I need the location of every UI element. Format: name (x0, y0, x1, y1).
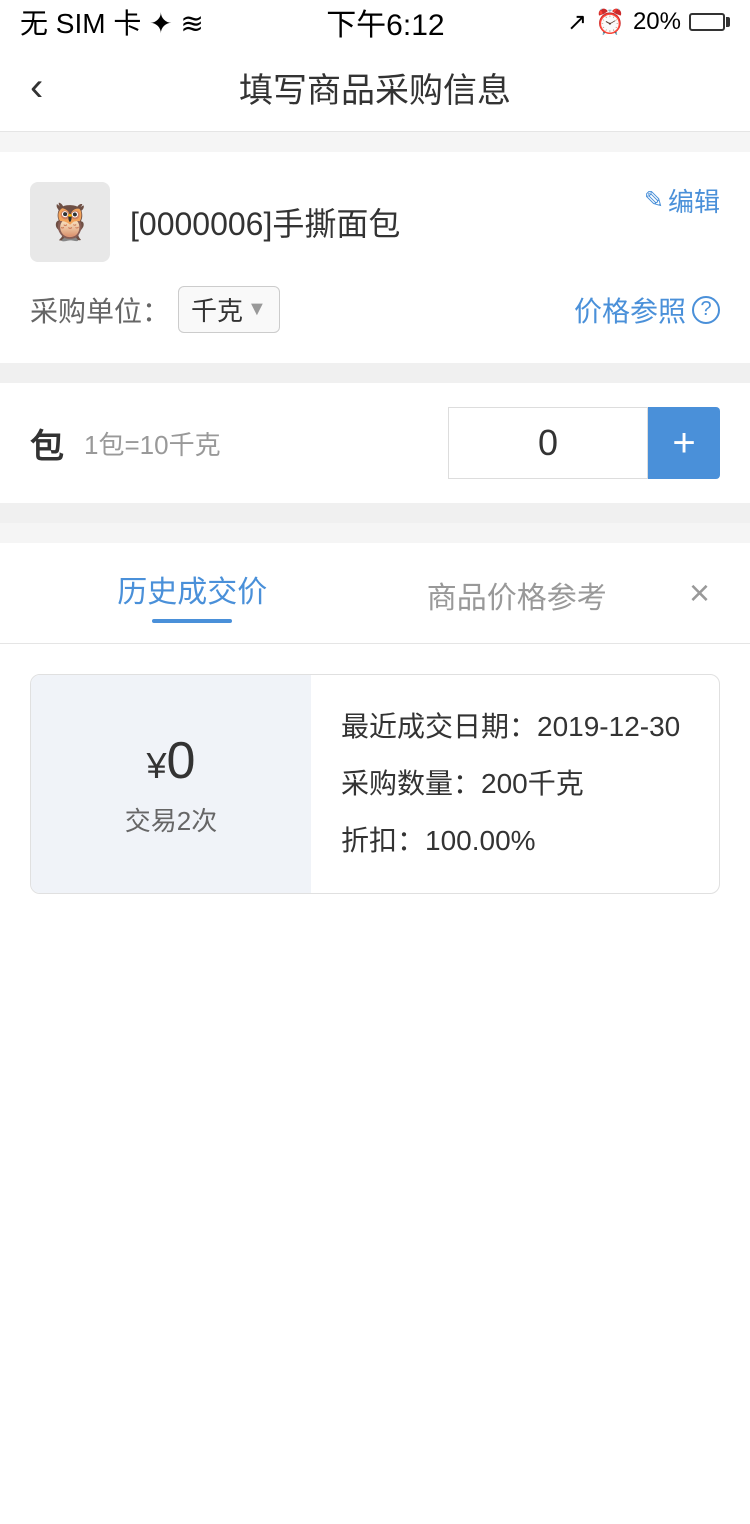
quantity-plus-button[interactable]: + (648, 407, 720, 479)
detail-qty-value: 200千克 (481, 768, 584, 799)
empty-content-area (0, 924, 750, 1524)
transaction-count: 交易2次 (125, 801, 217, 838)
product-unit-row: 采购单位： 千克 ▼ 价格参照 ? (30, 286, 720, 333)
status-bar: 无 SIM 卡 ✦ ≋ 下午6:12 ↗ ⏰ 20% (0, 0, 750, 44)
product-header: 🦉 [0000006]手撕面包 ✎ 编辑 (30, 182, 720, 262)
product-owl-icon: 🦉 (48, 201, 93, 243)
price-value: 0 (167, 732, 196, 790)
history-price: ¥0 (147, 731, 196, 791)
nav-bar: ‹ 填写商品采购信息 (0, 44, 750, 132)
status-time: 下午6:12 (326, 0, 444, 44)
edit-label: 编辑 (668, 182, 720, 219)
status-left: 无 SIM 卡 ✦ ≋ (20, 2, 204, 42)
edit-button[interactable]: ✎ 编辑 (644, 182, 720, 219)
product-left: 🦉 [0000006]手撕面包 (30, 182, 400, 262)
price-ref-label: 价格参照 (574, 290, 686, 330)
tab2-label: 商品价格参考 (427, 573, 607, 617)
history-price-panel: ¥0 交易2次 (31, 675, 311, 893)
edit-icon: ✎ (644, 186, 664, 215)
tab1-label: 历史成交价 (117, 567, 267, 611)
plus-icon: + (672, 421, 695, 466)
price-ref-help-icon: ? (692, 296, 720, 324)
unit-dropdown-icon: ▼ (247, 298, 267, 321)
history-card: ¥0 交易2次 最近成交日期：2019-12-30 采购数量：200千克 折扣：… (30, 674, 720, 894)
quantity-controls: 0 + (448, 407, 720, 479)
quantity-value: 0 (538, 422, 558, 464)
detail-qty-label: 采购数量： (341, 768, 481, 799)
history-section: ¥0 交易2次 最近成交日期：2019-12-30 采购数量：200千克 折扣：… (0, 644, 750, 924)
battery-percent: 20% (633, 8, 681, 36)
detail-date-value: 2019-12-30 (537, 711, 680, 742)
tab-close-button[interactable]: × (679, 562, 720, 624)
product-thumbnail: 🦉 (30, 182, 110, 262)
unit-value: 千克 (191, 291, 243, 328)
unit-label: 采购单位： (30, 290, 170, 330)
tab-history-price[interactable]: 历史成交价 (30, 543, 354, 643)
battery-icon (689, 13, 730, 31)
price-ref-button[interactable]: 价格参照 ? (574, 290, 720, 330)
detail-date-row: 最近成交日期：2019-12-30 (341, 705, 689, 750)
product-card: 🦉 [0000006]手撕面包 ✎ 编辑 采购单位： 千克 ▼ 价格参照 ? (0, 152, 750, 363)
detail-qty-row: 采购数量：200千克 (341, 762, 689, 807)
quantity-conversion: 1包=10千克 (84, 425, 221, 462)
quantity-unit: 包 (30, 419, 64, 468)
detail-date-label: 最近成交日期： (341, 711, 537, 742)
detail-discount-row: 折扣：100.00% (341, 819, 689, 864)
unit-select[interactable]: 千克 ▼ (178, 286, 280, 333)
tabs-container: 历史成交价 商品价格参考 × (0, 543, 750, 644)
detail-discount-value: 100.00% (425, 825, 536, 856)
status-right: ↗ ⏰ 20% (567, 8, 730, 37)
history-detail-panel: 最近成交日期：2019-12-30 采购数量：200千克 折扣：100.00% (311, 675, 719, 893)
quantity-row: 包 1包=10千克 0 + (0, 383, 750, 503)
back-button[interactable]: ‹ (30, 65, 63, 110)
tab-underline (152, 619, 232, 623)
page-title: 填写商品采购信息 (239, 63, 511, 112)
tab-product-price-ref[interactable]: 商品价格参考 (354, 549, 678, 637)
detail-discount-label: 折扣： (341, 825, 425, 856)
alarm-icon: ⏰ (595, 8, 625, 37)
product-name: [0000006]手撕面包 (130, 199, 400, 245)
yen-symbol: ¥ (147, 745, 167, 786)
divider-2 (0, 503, 750, 523)
location-icon: ↗ (567, 8, 587, 37)
divider (0, 363, 750, 383)
quantity-input[interactable]: 0 (448, 407, 648, 479)
